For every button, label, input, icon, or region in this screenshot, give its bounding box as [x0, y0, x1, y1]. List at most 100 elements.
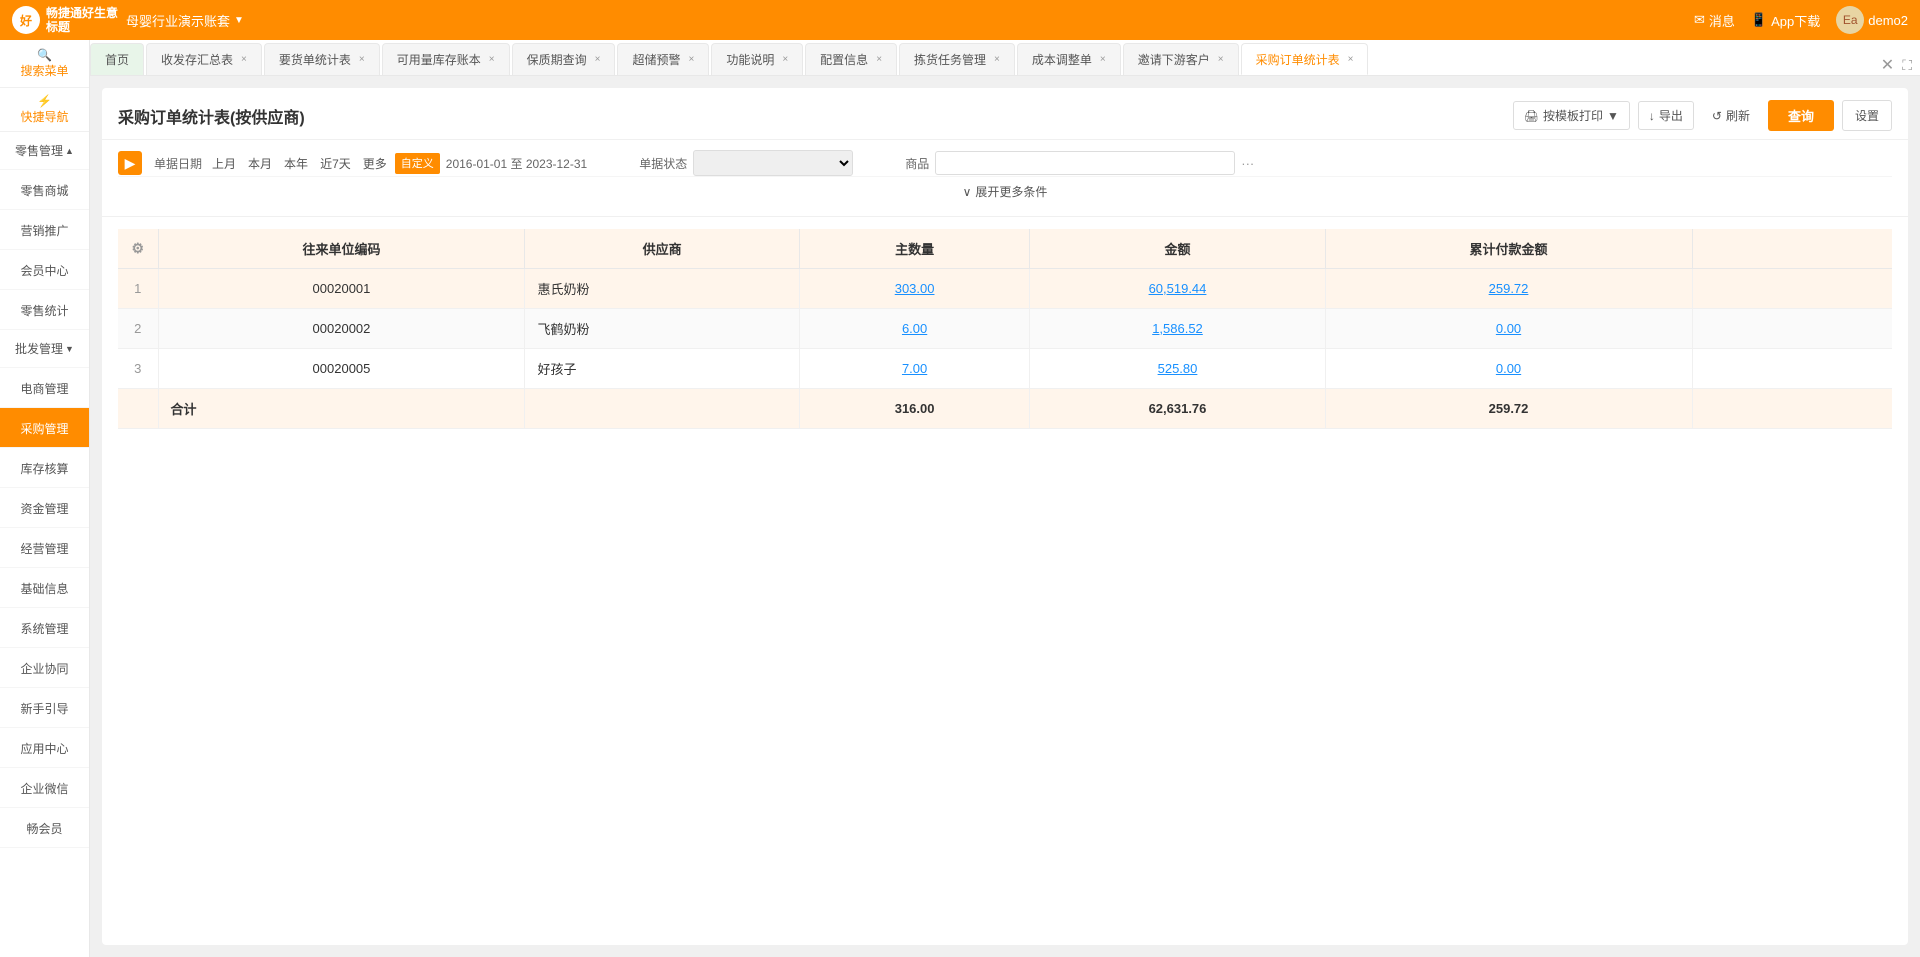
message-button[interactable]: ✉ 消息 — [1694, 11, 1735, 30]
tab-inventory[interactable]: 可用量库存账本 × — [382, 43, 510, 75]
tab-home[interactable]: 首页 — [90, 43, 144, 75]
sidebar-item-retailstat[interactable]: 零售统计 — [0, 290, 89, 330]
col-paid: 累计付款金额 — [1325, 229, 1692, 269]
table-container: ⚙ 往来单位编码 供应商 主数量 金额 累计付款金额 — [102, 229, 1908, 445]
filter-area: ▶ 单据日期 上月 本月 本年 近7天 更多 自定义 2016-0 — [102, 140, 1908, 217]
sidebar-item-inventory[interactable]: 库存核算 — [0, 448, 89, 488]
cell-qty[interactable]: 303.00 — [799, 269, 1030, 309]
sidebar-item-operation[interactable]: 经营管理 — [0, 528, 89, 568]
status-filter-label: 单据状态 — [639, 155, 687, 172]
sidebar-item-marketing[interactable]: 营销推广 — [0, 210, 89, 250]
cell-amount[interactable]: 525.80 — [1030, 349, 1325, 389]
cell-amount[interactable]: 1,586.52 — [1030, 309, 1325, 349]
tab-close-inventory[interactable]: × — [489, 54, 495, 65]
date-shortcut-more[interactable]: 更多 — [359, 153, 391, 174]
tab-close-config[interactable]: × — [876, 54, 882, 65]
sidebar-item-search[interactable]: 🔍 搜索菜单 — [0, 40, 89, 88]
settings-button[interactable]: 设置 — [1842, 100, 1892, 131]
cell-qty[interactable]: 6.00 — [799, 309, 1030, 349]
cell-paid[interactable]: 259.72 — [1325, 269, 1692, 309]
sidebar-item-ecommerce[interactable]: 电商管理 — [0, 368, 89, 408]
tab-close-overstock[interactable]: × — [688, 54, 694, 65]
tab-close-purchasestat[interactable]: × — [1348, 54, 1354, 65]
page-title: 采购订单统计表(按供应商) — [118, 104, 305, 128]
export-icon: ↓ — [1649, 109, 1655, 123]
tab-order-stat[interactable]: 要货单统计表 × — [264, 43, 380, 75]
tab-close-summary[interactable]: × — [241, 54, 247, 65]
sidebar-item-baseinfo[interactable]: 基础信息 — [0, 568, 89, 608]
logo-icon: 好 — [12, 6, 40, 34]
goods-input-more-icon[interactable]: ··· — [1241, 156, 1254, 171]
sidebar-item-purchase[interactable]: 采购管理 — [0, 408, 89, 448]
cell-amount[interactable]: 60,519.44 — [1030, 269, 1325, 309]
filter-toggle-button[interactable]: ▶ — [118, 151, 142, 175]
sidebar-item-retail[interactable]: 零售管理 — [0, 132, 89, 170]
sidebar-item-retailshop[interactable]: 零售商城 — [0, 170, 89, 210]
refresh-button[interactable]: ↺ 刷新 — [1702, 102, 1760, 129]
sidebar-item-wxwork[interactable]: 企业微信 — [0, 768, 89, 808]
filter-row-main: ▶ 单据日期 上月 本月 本年 近7天 更多 自定义 2016-0 — [118, 150, 1892, 176]
tab-summary[interactable]: 收发存汇总表 × — [146, 43, 262, 75]
search-icon: 🔍 — [6, 48, 83, 62]
cell-paid[interactable]: 0.00 — [1325, 349, 1692, 389]
sidebar-item-member2[interactable]: 畅会员 — [0, 808, 89, 848]
tabs-close-all-button[interactable]: ✕ — [1881, 55, 1894, 75]
sidebar-item-collab[interactable]: 企业协同 — [0, 648, 89, 688]
goods-filter-label: 商品 — [905, 155, 929, 172]
tab-expiry[interactable]: 保质期查询 × — [512, 43, 616, 75]
cell-supplier: 飞鹤奶粉 — [525, 309, 799, 349]
tab-config[interactable]: 配置信息 × — [805, 43, 897, 75]
page-actions: 🖨 按模板打印 ▼ ↓ 导出 ↺ 刷新 查询 设置 — [1513, 100, 1892, 131]
date-custom-badge[interactable]: 自定义 — [395, 153, 440, 174]
sidebar-item-guide[interactable]: 新手引导 — [0, 688, 89, 728]
filter-group-goods: 商品 ··· — [905, 151, 1254, 175]
phone-icon: 📱 — [1751, 12, 1767, 28]
goods-filter-input[interactable] — [935, 151, 1235, 175]
print-button[interactable]: 🖨 按模板打印 ▼ — [1513, 101, 1630, 130]
app-download-button[interactable]: 📱 App下载 — [1751, 11, 1820, 30]
cell-qty[interactable]: 7.00 — [799, 349, 1030, 389]
tab-costadj[interactable]: 成本调整单 × — [1017, 43, 1121, 75]
tab-close-funcnotes[interactable]: × — [782, 54, 788, 65]
user-profile[interactable]: Ea demo2 — [1836, 6, 1908, 34]
query-button[interactable]: 查询 — [1768, 100, 1834, 131]
sidebar-item-appcenter[interactable]: 应用中心 — [0, 728, 89, 768]
quicknav-icon: ⚡ — [6, 94, 83, 108]
cell-extra — [1692, 309, 1892, 349]
sidebar-item-quicknav[interactable]: ⚡ 快捷导航 — [0, 88, 89, 132]
sidebar-item-finance[interactable]: 资金管理 — [0, 488, 89, 528]
cell-paid[interactable]: 0.00 — [1325, 309, 1692, 349]
retail-icon: 零售管理 — [15, 142, 63, 159]
date-filter-label: 单据日期 — [154, 155, 202, 172]
tab-funcnotes[interactable]: 功能说明 × — [711, 43, 803, 75]
expand-more-conditions[interactable]: ∨ 展开更多条件 — [963, 183, 1048, 200]
tab-close-invite[interactable]: × — [1218, 54, 1224, 65]
cell-rownum: 1 — [118, 269, 158, 309]
tab-overstock[interactable]: 超储预警 × — [617, 43, 709, 75]
export-button[interactable]: ↓ 导出 — [1638, 101, 1694, 130]
tab-close-costadj[interactable]: × — [1100, 54, 1106, 65]
summary-extra — [1692, 389, 1892, 429]
status-filter-select[interactable] — [693, 150, 853, 176]
tab-purchasestat[interactable]: 采购订单统计表 × — [1241, 43, 1369, 75]
cell-extra — [1692, 269, 1892, 309]
tab-close-picktask[interactable]: × — [994, 54, 1000, 65]
cell-rownum: 2 — [118, 309, 158, 349]
date-shortcut-thismonth[interactable]: 本月 — [244, 153, 276, 174]
summary-paid: 259.72 — [1325, 389, 1692, 429]
workspace-selector[interactable]: 母婴行业演示账套 ▼ — [126, 11, 244, 30]
settings-icon[interactable]: ⚙ — [131, 240, 144, 256]
sidebar-item-member[interactable]: 会员中心 — [0, 250, 89, 290]
tab-close-order-stat[interactable]: × — [359, 54, 365, 65]
sidebar-item-wholesale[interactable]: 批发管理 — [0, 330, 89, 368]
date-shortcut-7days[interactable]: 近7天 — [316, 153, 355, 174]
date-shortcut-thisyear[interactable]: 本年 — [280, 153, 312, 174]
sidebar-item-sysadmin[interactable]: 系统管理 — [0, 608, 89, 648]
tab-close-expiry[interactable]: × — [595, 54, 601, 65]
cell-rownum: 3 — [118, 349, 158, 389]
tab-invite[interactable]: 邀请下游客户 × — [1123, 43, 1239, 75]
date-shortcut-lastmonth[interactable]: 上月 — [208, 153, 240, 174]
tab-picktask[interactable]: 拣货任务管理 × — [899, 43, 1015, 75]
tabs-bar: 首页 收发存汇总表 × 要货单统计表 × 可用量库存账本 × 保质期查询 × 超… — [90, 40, 1920, 76]
tabs-expand-button[interactable]: ⛶ — [1902, 57, 1912, 74]
